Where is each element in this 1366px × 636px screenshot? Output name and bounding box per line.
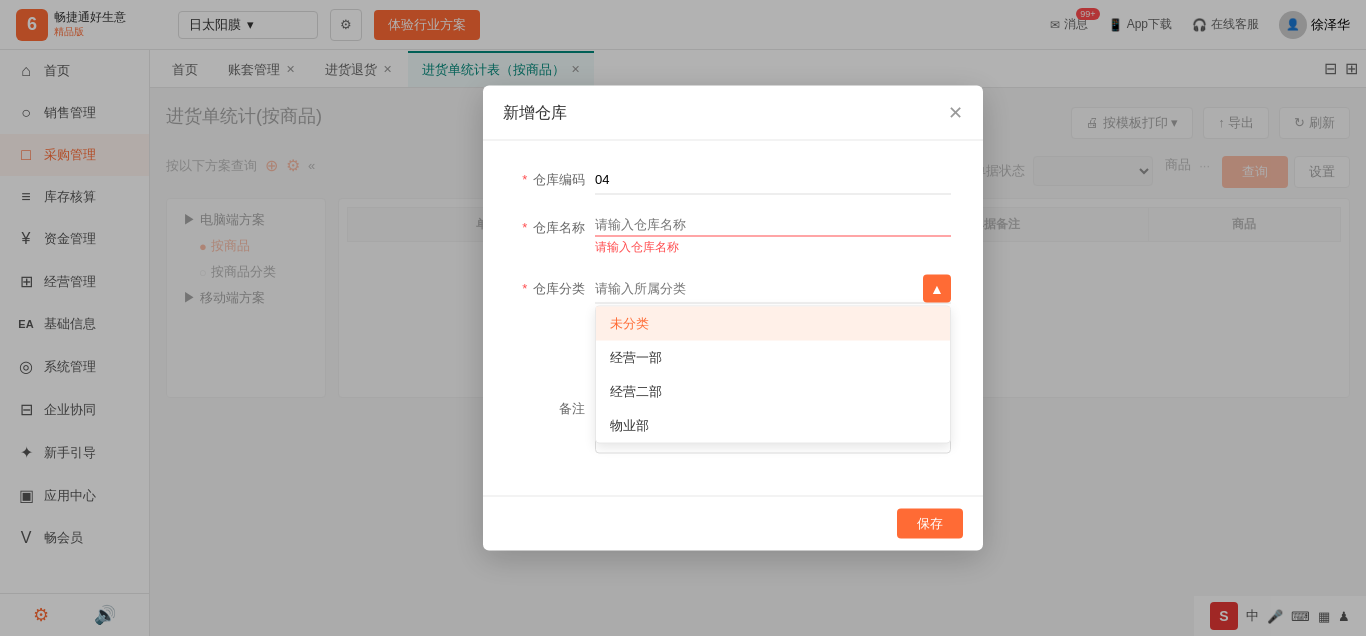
category-input[interactable] [595,281,923,296]
name-error-msg: 请输入仓库名称 [595,239,951,256]
category-option-dept1[interactable]: 经营一部 [596,341,950,375]
category-dropdown: 未分类 经营一部 经营二部 物业部 [595,306,951,444]
category-label: * 仓库分类 [515,274,595,304]
category-option-unclassified[interactable]: 未分类 [596,307,950,341]
category-option-dept3[interactable]: 物业部 [596,409,950,443]
category-toggle-button[interactable]: ▲ [923,274,951,302]
code-input[interactable] [595,165,951,195]
modal-header: 新增仓库 ✕ [483,86,983,141]
name-label: * 仓库名称 [515,213,595,243]
name-field-wrap: 请输入仓库名称 [595,213,951,256]
modal-footer: 保存 [483,496,983,551]
code-field-row: * 仓库编码 [515,165,951,195]
category-field-row: * 仓库分类 ▲ 未分类 经营一部 经营二部 物业部 [515,274,951,304]
chevron-up-icon: ▲ [930,280,944,296]
modal-title: 新增仓库 [503,102,567,123]
name-field-row: * 仓库名称 请输入仓库名称 [515,213,951,256]
notes-label: 备注 [515,394,595,424]
code-label: * 仓库编码 [515,165,595,195]
modal-close-button[interactable]: ✕ [948,102,963,124]
save-button[interactable]: 保存 [897,509,963,539]
category-selector: ▲ 未分类 经营一部 经营二部 物业部 [595,274,951,304]
modal-body: * 仓库编码 * 仓库名称 请输入仓库名称 * 仓库分类 [483,141,983,496]
category-option-dept2[interactable]: 经营二部 [596,375,950,409]
add-warehouse-modal: 新增仓库 ✕ * 仓库编码 * 仓库名称 请输入仓库名称 * [483,86,983,551]
category-input-row: ▲ [595,274,951,304]
name-input[interactable] [595,213,951,237]
